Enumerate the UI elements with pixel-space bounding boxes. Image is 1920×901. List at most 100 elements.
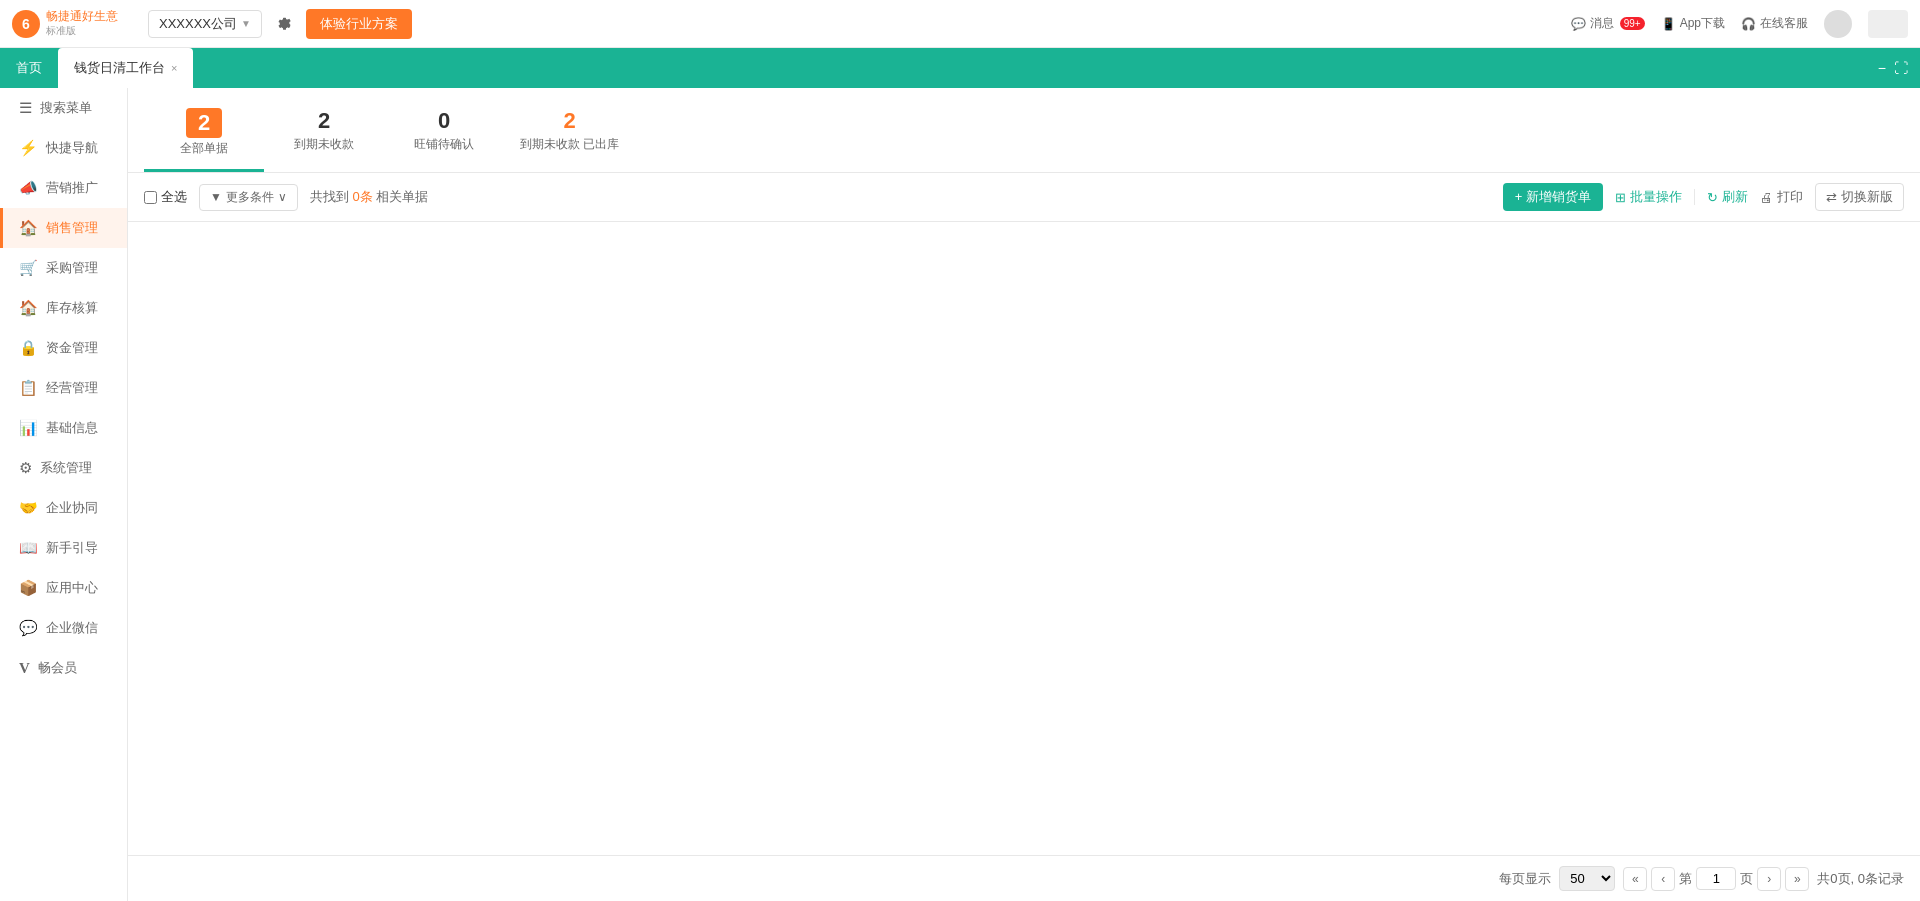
app-download-button[interactable]: 📱 App下载 (1661, 15, 1725, 32)
sidebar-item-newbie[interactable]: 📖 新手引导 (0, 528, 127, 568)
wechat-icon: 💬 (19, 619, 38, 637)
select-all-checkbox[interactable]: 全选 (144, 188, 187, 206)
sidebar-item-basic-info[interactable]: 📊 基础信息 (0, 408, 127, 448)
service-icon: 🎧 (1741, 17, 1756, 31)
page-number-input[interactable] (1696, 867, 1736, 890)
company-name: XXXXXX公司 (159, 15, 237, 33)
avatar[interactable] (1824, 10, 1852, 38)
stat-number-all: 2 (186, 108, 222, 138)
toolbar: 全选 ▼ 更多条件 ∨ 共找到 0条 相关单据 + 新增销货单 ⊞ 批量操作 (128, 173, 1920, 222)
tab-bar-actions: − ⛶ (1878, 60, 1920, 76)
stat-label-all: 全部单据 (160, 140, 248, 157)
table-area (128, 222, 1920, 855)
page-suffix: 页 (1740, 870, 1753, 888)
stat-number-overdue: 2 (280, 108, 368, 134)
divider (1694, 189, 1695, 205)
print-button[interactable]: 🖨 打印 (1760, 188, 1803, 206)
page-label: 第 (1679, 870, 1692, 888)
tab-maximize-icon[interactable]: ⛶ (1894, 60, 1908, 76)
filter-button[interactable]: ▼ 更多条件 ∨ (199, 184, 298, 211)
company-selector[interactable]: XXXXXX公司 ▼ (148, 10, 262, 38)
header-right: 💬 消息 99+ 📱 App下载 🎧 在线客服 (1571, 10, 1908, 38)
sidebar-item-inventory[interactable]: 🏠 库存核算 (0, 288, 127, 328)
last-page-button[interactable]: » (1785, 867, 1809, 891)
stat-number-pending: 0 (400, 108, 488, 134)
app-icon: 📱 (1661, 17, 1676, 31)
per-page-select[interactable]: 50 100 200 (1559, 866, 1615, 891)
sidebar-item-enterprise[interactable]: 🤝 企业协同 (0, 488, 127, 528)
online-service-button[interactable]: 🎧 在线客服 (1741, 15, 1808, 32)
sidebar-item-finance[interactable]: 🔒 资金管理 (0, 328, 127, 368)
sidebar-item-purchase[interactable]: 🛒 采购管理 (0, 248, 127, 288)
refresh-button[interactable]: ↻ 刷新 (1707, 188, 1748, 206)
member-icon: V (19, 660, 30, 677)
top-header: 6 畅捷通好生意 标准版 XXXXXX公司 ▼ 体验行业方案 💬 消息 99+ … (0, 0, 1920, 48)
next-page-button[interactable]: › (1757, 867, 1781, 891)
sidebar-item-sales[interactable]: 🏠 销售管理 (0, 208, 127, 248)
logo-icon: 6 (12, 10, 40, 38)
stat-label-pending: 旺铺待确认 (400, 136, 488, 153)
stat-label-overdue: 到期未收款 (280, 136, 368, 153)
first-page-button[interactable]: « (1623, 867, 1647, 891)
found-count: 0条 (353, 189, 373, 204)
add-order-button[interactable]: + 新增销货单 (1503, 183, 1603, 211)
settings-button[interactable] (270, 10, 298, 38)
sidebar-item-operations[interactable]: 📋 经营管理 (0, 368, 127, 408)
purchase-icon: 🛒 (19, 259, 38, 277)
sidebar-item-system[interactable]: ⚙ 系统管理 (0, 448, 127, 488)
toolbar-right: + 新增销货单 ⊞ 批量操作 ↻ 刷新 🖨 打印 ⇄ 切换新版 (1503, 183, 1904, 211)
sidebar-item-member[interactable]: V 畅会员 (0, 648, 127, 688)
stats-tabs: 2 全部单据 2 到期未收款 0 旺铺待确认 2 到期未收款 已出库 (128, 88, 1920, 173)
tab-bar: 首页 钱货日清工作台 × − ⛶ (0, 48, 1920, 88)
operations-icon: 📋 (19, 379, 38, 397)
logo-sub: 标准版 (46, 24, 118, 38)
sidebar-item-quick-nav[interactable]: ⚡ 快捷导航 (0, 128, 127, 168)
message-button[interactable]: 💬 消息 99+ (1571, 15, 1645, 32)
gear-icon (276, 16, 292, 32)
stat-tab-pending[interactable]: 0 旺铺待确认 (384, 100, 504, 172)
tab-active[interactable]: 钱货日清工作台 × (58, 48, 193, 88)
logo-text: 畅捷通好生意 (46, 9, 118, 25)
tab-minimize-icon[interactable]: − (1878, 60, 1886, 76)
enterprise-icon: 🤝 (19, 499, 38, 517)
sidebar-item-search[interactable]: ☰ 搜索菜单 (0, 88, 127, 128)
sidebar-item-marketing[interactable]: 📣 营销推广 (0, 168, 127, 208)
page-navigation: « ‹ 第 页 › » (1623, 867, 1809, 891)
avatar-extra (1868, 10, 1908, 38)
search-menu-icon: ☰ (19, 99, 32, 117)
per-page-label: 每页显示 (1499, 870, 1551, 888)
stat-tab-all[interactable]: 2 全部单据 (144, 100, 264, 172)
print-icon: 🖨 (1760, 190, 1773, 205)
batch-operation-button[interactable]: ⊞ 批量操作 (1615, 188, 1682, 206)
message-icon: 💬 (1571, 17, 1586, 31)
tab-close-button[interactable]: × (171, 62, 177, 74)
filter-icon: ▼ (210, 190, 222, 204)
switch-version-button[interactable]: ⇄ 切换新版 (1815, 183, 1904, 211)
prev-page-button[interactable]: ‹ (1651, 867, 1675, 891)
system-icon: ⚙ (19, 459, 32, 477)
marketing-icon: 📣 (19, 179, 38, 197)
stat-tab-overdue[interactable]: 2 到期未收款 (264, 100, 384, 172)
finance-icon: 🔒 (19, 339, 38, 357)
stat-number-overdue-shipped: 2 (520, 108, 619, 134)
app-center-icon: 📦 (19, 579, 38, 597)
logo-area: 6 畅捷通好生意 标准版 (12, 9, 140, 39)
tab-home[interactable]: 首页 (0, 48, 58, 88)
sidebar: ☰ 搜索菜单 ⚡ 快捷导航 📣 营销推广 🏠 销售管理 🛒 采购管理 🏠 库存核… (0, 88, 128, 901)
company-dropdown-arrow: ▼ (241, 18, 251, 29)
content-area: 2 全部单据 2 到期未收款 0 旺铺待确认 2 到期未收款 已出库 全选 (128, 88, 1920, 901)
inventory-icon: 🏠 (19, 299, 38, 317)
switch-icon: ⇄ (1826, 190, 1837, 205)
stat-label-overdue-shipped: 到期未收款 已出库 (520, 136, 619, 153)
main-layout: ☰ 搜索菜单 ⚡ 快捷导航 📣 营销推广 🏠 销售管理 🛒 采购管理 🏠 库存核… (0, 88, 1920, 901)
sales-icon: 🏠 (19, 219, 38, 237)
experience-button[interactable]: 体验行业方案 (306, 9, 412, 39)
select-all-input[interactable] (144, 191, 157, 204)
sidebar-item-wechat[interactable]: 💬 企业微信 (0, 608, 127, 648)
total-info: 共0页, 0条记录 (1817, 870, 1904, 888)
stat-tab-overdue-shipped[interactable]: 2 到期未收款 已出库 (504, 100, 635, 172)
sidebar-item-app-center[interactable]: 📦 应用中心 (0, 568, 127, 608)
basic-info-icon: 📊 (19, 419, 38, 437)
batch-icon: ⊞ (1615, 190, 1626, 205)
found-text: 共找到 0条 相关单据 (310, 188, 428, 206)
